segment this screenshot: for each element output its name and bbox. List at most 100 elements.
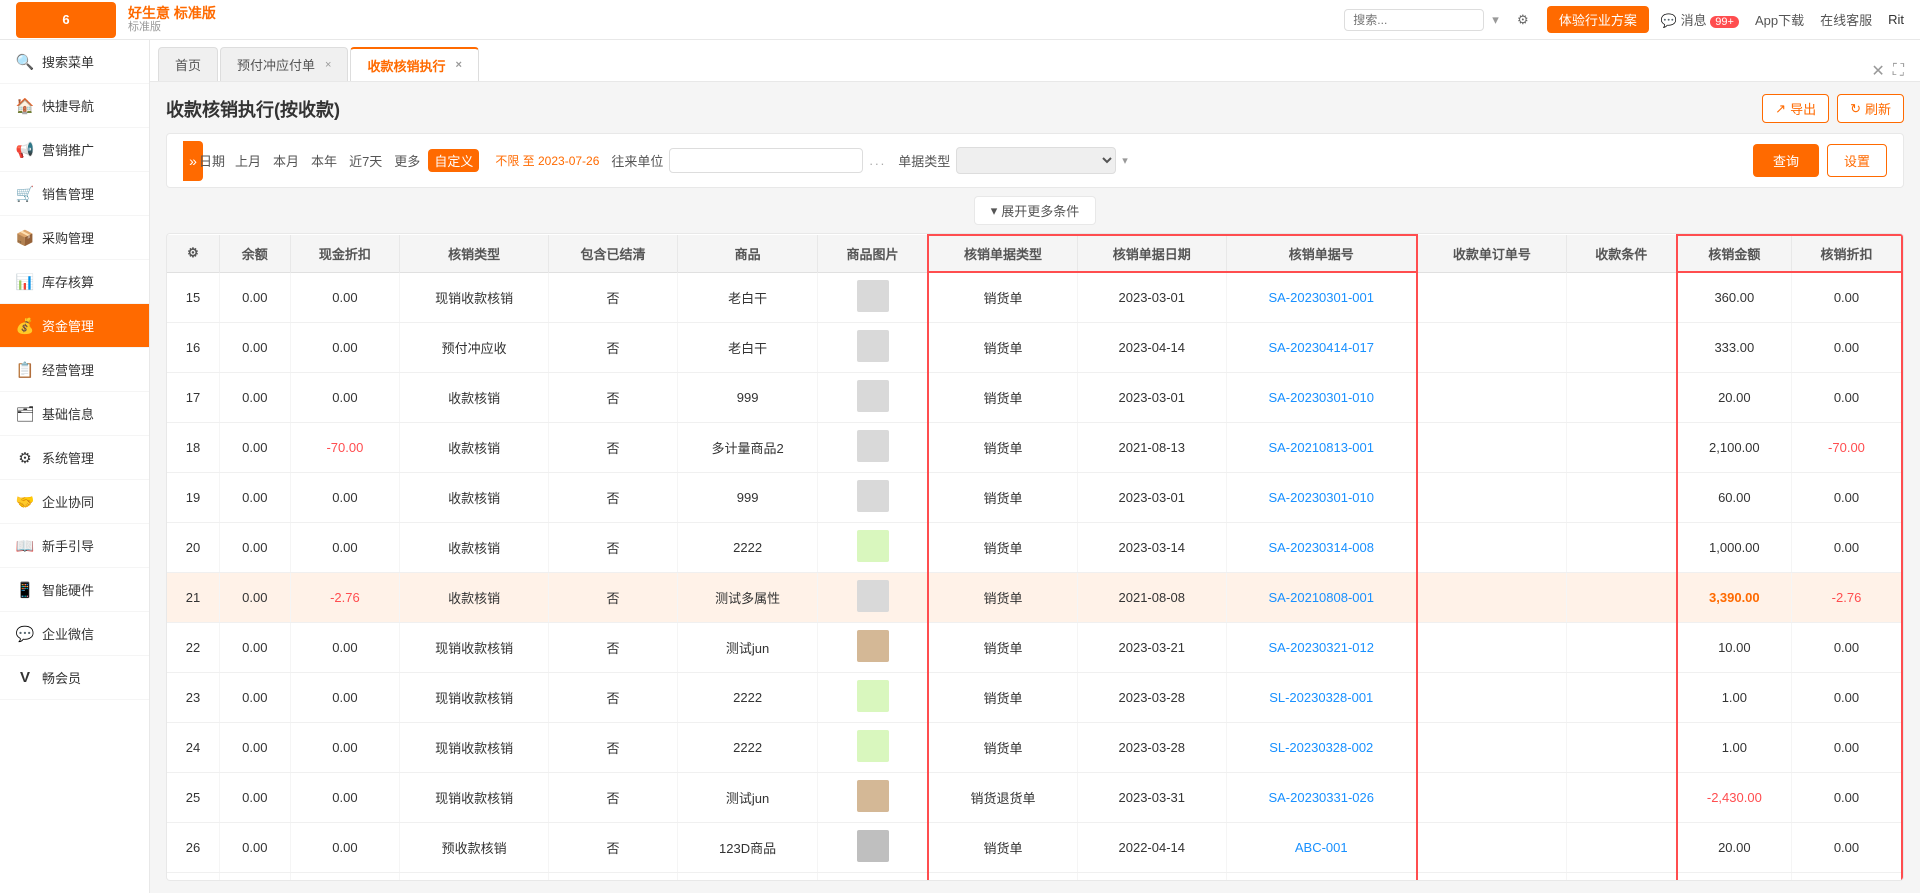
col-header-receipt-condition[interactable]: 收款条件: [1566, 235, 1676, 272]
btn-last-month[interactable]: 上月: [231, 149, 265, 172]
sidebar-item-hardware[interactable]: 📱 智能硬件: [0, 568, 149, 612]
filter-settings-btn[interactable]: 设置: [1827, 144, 1887, 177]
col-header-product-img[interactable]: 商品图片: [818, 235, 928, 272]
cell-cancel-voucher-no: SA-20230331-026: [1226, 772, 1417, 822]
cell-product-img: [818, 722, 928, 772]
topbar-search-input[interactable]: [1344, 9, 1484, 31]
solution-btn[interactable]: 体验行业方案: [1547, 6, 1649, 33]
cell-balance: 0.00: [220, 672, 291, 722]
sidebar-label-member: 畅会员: [42, 668, 81, 687]
cell-cancel-discount: 0.00: [1791, 272, 1902, 322]
expand-more-btn[interactable]: ▾ 展开更多条件: [974, 196, 1097, 225]
col-header-cancel-voucher-type[interactable]: 核销单据类型: [928, 235, 1077, 272]
sidebar-item-marketing[interactable]: 📢 营销推广: [0, 128, 149, 172]
cell-cancel-voucher-date: 2023-03-21: [1077, 622, 1226, 672]
counterpart-input[interactable]: [669, 148, 863, 173]
tab-home[interactable]: 首页: [158, 47, 218, 81]
cell-cancel-voucher-date: 2023-03-01: [1077, 472, 1226, 522]
sidebar-item-finance[interactable]: 💰 资金管理: [0, 304, 149, 348]
tabs-expand-icon[interactable]: ⛶: [1893, 62, 1904, 80]
sidebar-label-wechat: 企业微信: [42, 624, 94, 643]
home-icon: 🏠: [16, 97, 34, 115]
topbar-settings-icon[interactable]: ⚙: [1511, 8, 1535, 32]
col-header-cancel-voucher-no[interactable]: 核销单据号: [1226, 235, 1417, 272]
btn-this-month[interactable]: 本月: [269, 149, 303, 172]
cell-receipt-order-no: [1417, 622, 1566, 672]
col-header-seq[interactable]: ⚙: [167, 235, 220, 272]
btn-more-dates[interactable]: 更多: [390, 149, 424, 172]
sidebar-item-member[interactable]: V 畅会员: [0, 656, 149, 700]
notifications-icon[interactable]: 💬 消息 99+: [1661, 10, 1739, 29]
tab-receipt-close[interactable]: ×: [455, 59, 461, 71]
col-header-cancel-discount[interactable]: 核销折扣: [1791, 235, 1902, 272]
sidebar-item-purchase[interactable]: 📦 采购管理: [0, 216, 149, 260]
cell-receipt-order-no: [1417, 872, 1566, 881]
cell-cancel-voucher-no: SA-20210808-001: [1226, 572, 1417, 622]
sidebar-item-search[interactable]: 🔍 搜索菜单: [0, 40, 149, 84]
cell-cash-discount: 0.00: [290, 872, 400, 881]
voucher-type-select[interactable]: [956, 147, 1116, 174]
btn-this-year[interactable]: 本年: [307, 149, 341, 172]
col-header-include-settled[interactable]: 包含已结清: [548, 235, 677, 272]
sidebar-item-sales[interactable]: 🛒 销售管理: [0, 172, 149, 216]
export-btn[interactable]: ↗ 导出: [1762, 94, 1829, 123]
table-row: 220.000.00现销收款核销否测试jun销货单2023-03-21SA-20…: [167, 622, 1902, 672]
sidebar: 🔍 搜索菜单 🏠 快捷导航 📢 营销推广 🛒 销售管理 📦 采购管理 📊 库存核…: [0, 40, 150, 893]
sidebar-item-quick-nav[interactable]: 🏠 快捷导航: [0, 84, 149, 128]
cell-seq: 26: [167, 822, 220, 872]
cell-cancel-amount: 360.00: [1677, 272, 1792, 322]
cell-receipt-condition: [1566, 822, 1676, 872]
app-download-link[interactable]: App下载: [1755, 10, 1804, 29]
cell-cancel-type: 收款核销: [400, 372, 549, 422]
sidebar-label-collab: 企业协同: [42, 492, 94, 511]
table-container[interactable]: ⚙ 余额 现金折扣 核销类型 包含已结清 商品 商品图片 核销单据类型 核销单据…: [166, 233, 1904, 881]
refresh-btn[interactable]: ↻ 刷新: [1837, 94, 1904, 123]
tabs-close-icon[interactable]: ✕: [1871, 61, 1884, 81]
cell-balance: 0.00: [220, 722, 291, 772]
sidebar-item-operations[interactable]: 📋 经营管理: [0, 348, 149, 392]
sidebar-item-system[interactable]: ⚙ 系统管理: [0, 436, 149, 480]
col-header-cancel-type[interactable]: 核销类型: [400, 235, 549, 272]
service-link[interactable]: 在线客服: [1820, 10, 1872, 29]
member-icon: V: [16, 669, 34, 687]
notifications-badge: 99+: [1710, 16, 1739, 28]
col-header-product[interactable]: 商品: [678, 235, 818, 272]
cell-seq: 24: [167, 722, 220, 772]
table-row: 170.000.00收款核销否999销货单2023-03-01SA-202303…: [167, 372, 1902, 422]
topbar-dropdown-icon[interactable]: ▾: [1492, 12, 1499, 28]
cell-cash-discount: 0.00: [290, 522, 400, 572]
cell-product-img: [818, 472, 928, 522]
cell-cash-discount: 0.00: [290, 722, 400, 772]
cell-cancel-discount: 0.00: [1791, 372, 1902, 422]
cell-product: 测试jun: [678, 622, 818, 672]
col-header-cash-discount[interactable]: 现金折扣: [290, 235, 400, 272]
query-btn[interactable]: 查询: [1753, 144, 1819, 177]
tab-prepaid-close[interactable]: ×: [325, 59, 331, 71]
col-header-cancel-amount[interactable]: 核销金额: [1677, 235, 1792, 272]
cell-cancel-amount: 2,100.00: [1677, 422, 1792, 472]
btn-custom-date[interactable]: 自定义: [428, 149, 479, 172]
cell-cancel-amount: 1.00: [1677, 722, 1792, 772]
sidebar-item-guide[interactable]: 📖 新手引导: [0, 524, 149, 568]
cell-include-settled: 否: [548, 772, 677, 822]
cell-balance: 0.00: [220, 272, 291, 322]
sidebar-item-basic[interactable]: 🗂 基础信息: [0, 392, 149, 436]
col-header-cancel-voucher-date[interactable]: 核销单据日期: [1077, 235, 1226, 272]
cell-seq: 16: [167, 322, 220, 372]
tab-prepaid[interactable]: 预付冲应付单 ×: [220, 47, 348, 81]
col-header-receipt-order-no[interactable]: 收款单订单号: [1417, 235, 1566, 272]
filter-voucher-type-item: 单据类型 ▾: [898, 147, 1128, 174]
btn-last7days[interactable]: 近7天: [345, 149, 386, 172]
sidebar-item-wechat[interactable]: 💬 企业微信: [0, 612, 149, 656]
table-row: 160.000.00预付冲应收否老白干销货单2023-04-14SA-20230…: [167, 322, 1902, 372]
cell-cancel-voucher-no: SA-20230321-012: [1226, 622, 1417, 672]
cell-include-settled: 否: [548, 422, 677, 472]
cell-receipt-order-no: [1417, 272, 1566, 322]
cell-cash-discount: 0.00: [290, 772, 400, 822]
cell-seq: 21: [167, 572, 220, 622]
basic-icon: 🗂: [16, 405, 34, 423]
sidebar-item-collab[interactable]: 🤝 企业协同: [0, 480, 149, 524]
sidebar-item-inventory[interactable]: 📊 库存核算: [0, 260, 149, 304]
col-header-balance[interactable]: 余额: [220, 235, 291, 272]
tab-receipt[interactable]: 收款核销执行 ×: [350, 47, 478, 81]
